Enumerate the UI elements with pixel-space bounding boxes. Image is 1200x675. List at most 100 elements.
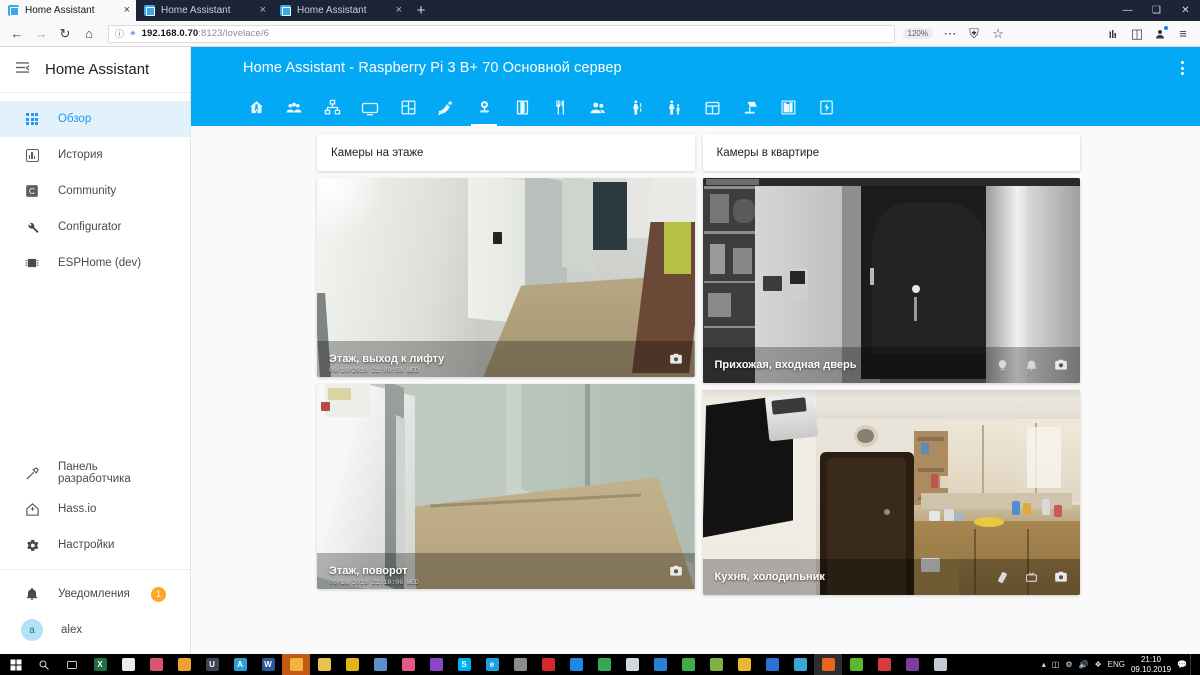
camera-feed-entrance-door[interactable]: Прихожая, входная дверь	[702, 178, 1080, 383]
taskbar-app-photos[interactable]	[646, 654, 674, 675]
taskbar-app-evernote[interactable]	[842, 654, 870, 675]
tray-language-indicator[interactable]: ENG	[1108, 660, 1125, 669]
sidebar-item-developer-tools[interactable]: Панель разработчика	[0, 455, 190, 491]
tab-television[interactable]	[351, 89, 389, 126]
tab-cctv-camera[interactable]	[465, 89, 503, 126]
camera-icon[interactable]	[669, 564, 683, 578]
taskbar-app-excel[interactable]: X	[86, 654, 114, 675]
taskbar-app-file-explorer[interactable]	[282, 654, 310, 675]
sidebar-item-overview[interactable]: Обзор	[0, 101, 190, 137]
tab-bookshelf[interactable]	[769, 89, 807, 126]
tab-human-male[interactable]	[617, 89, 655, 126]
window-maximize-button[interactable]: ❑	[1142, 0, 1171, 21]
taskbar-clock[interactable]: 21:10 09.10.2019	[1131, 655, 1171, 673]
taskbar-app-app-blue[interactable]	[366, 654, 394, 675]
action-center-icon[interactable]: 💬	[1177, 660, 1187, 669]
camera-feed-floor-elevator[interactable]: Этаж, выход к лифту 09/10/2019 21:09:58 …	[317, 178, 695, 377]
page-info-icon[interactable]: ⓘ	[115, 27, 124, 40]
address-bar[interactable]: ⓘ ⚭ 192.168.0.70:8123/lovelace/6	[108, 24, 895, 43]
sidebar-item-hassio[interactable]: Hass.io	[0, 491, 190, 527]
taskbar-app-internet-explorer[interactable]: e	[478, 654, 506, 675]
taskbar-app-app-water[interactable]	[618, 654, 646, 675]
show-desktop-button[interactable]	[1190, 654, 1198, 675]
taskbar-app-paint[interactable]	[142, 654, 170, 675]
tab-silverware-fork-knife[interactable]	[541, 89, 579, 126]
taskbar-app-blue-disc[interactable]	[562, 654, 590, 675]
camera-feed-floor-turn[interactable]: Этаж, поворот 09/10/2019 21:10:06 WED	[317, 384, 695, 589]
taskbar-app-firefox[interactable]	[814, 654, 842, 675]
search-icon[interactable]	[30, 654, 58, 675]
tracking-protection-icon[interactable]: ⚭	[129, 28, 137, 39]
taskbar-app-folder-gold[interactable]	[730, 654, 758, 675]
camera-icon[interactable]	[1054, 358, 1068, 372]
tab-flash[interactable]	[807, 89, 845, 126]
shield-icon[interactable]: ⛨	[963, 23, 985, 45]
taskbar-app-blue-doc[interactable]	[758, 654, 786, 675]
sidebar-item-settings[interactable]: Настройки	[0, 527, 190, 563]
page-actions-icon[interactable]: ⋯	[939, 23, 961, 45]
bell-icon[interactable]	[1025, 359, 1038, 372]
forward-button[interactable]: →	[30, 23, 52, 45]
browser-tab-1[interactable]: Home Assistant ×	[0, 0, 136, 21]
television-icon[interactable]	[1025, 571, 1038, 584]
dots-vertical-icon[interactable]	[1181, 61, 1184, 75]
sidebar-item-notifications[interactable]: Уведомления 1	[0, 576, 190, 612]
tray-security-icon[interactable]: ⚙	[1065, 660, 1072, 669]
tab-view-dashboard-variant[interactable]	[389, 89, 427, 126]
library-icon[interactable]	[1103, 23, 1125, 45]
home-button[interactable]: ⌂	[78, 23, 100, 45]
new-tab-button[interactable]: +	[408, 0, 434, 21]
menu-collapse-icon[interactable]	[14, 61, 31, 78]
hamburger-menu-icon[interactable]: ≡	[1172, 23, 1194, 45]
taskbar-app-word[interactable]: W	[254, 654, 282, 675]
tray-network-icon[interactable]: ◫	[1052, 660, 1060, 669]
tab-home-thermometer[interactable]	[237, 89, 275, 126]
browser-tab-3-close-icon[interactable]: ×	[396, 5, 402, 16]
window-close-button[interactable]: ✕	[1171, 0, 1200, 21]
bookmark-star-icon[interactable]: ☆	[987, 23, 1009, 45]
taskbar-app-media-player[interactable]	[422, 654, 450, 675]
taskbar-app-chrome[interactable]	[590, 654, 618, 675]
tab-sitemap[interactable]	[313, 89, 351, 126]
browser-tab-2[interactable]: Home Assistant ×	[136, 0, 272, 21]
tab-door-open[interactable]	[503, 89, 541, 126]
sidebar-item-history[interactable]: История	[0, 137, 190, 173]
taskbar-app-acrobat[interactable]: A	[226, 654, 254, 675]
taskbar-app-unity[interactable]: U	[198, 654, 226, 675]
taskbar-app-pdf-app[interactable]	[870, 654, 898, 675]
taskbar-app-map-app[interactable]	[786, 654, 814, 675]
browser-tab-3[interactable]: Home Assistant ×	[272, 0, 408, 21]
camera-card-floor-elevator[interactable]: Этаж, выход к лифту 09/10/2019 21:09:58 …	[317, 178, 695, 377]
back-button[interactable]: ←	[6, 23, 28, 45]
lamp-icon[interactable]	[996, 359, 1009, 372]
taskbar-app-save-app[interactable]	[394, 654, 422, 675]
sidebar-item-esphome[interactable]: ESPHome (dev)	[0, 245, 190, 281]
tray-dropbox-icon[interactable]: ❖	[1094, 660, 1101, 669]
taskbar-app-notepad[interactable]	[114, 654, 142, 675]
tab-human-male-child[interactable]	[655, 89, 693, 126]
camera-card-entrance-door[interactable]: Прихожая, входная дверь	[702, 178, 1080, 383]
account-icon[interactable]	[1149, 23, 1171, 45]
tab-desk-lamp[interactable]	[731, 89, 769, 126]
taskbar-app-green-circle[interactable]	[674, 654, 702, 675]
sidebar-item-configurator[interactable]: Configurator	[0, 209, 190, 245]
tray-volume-icon[interactable]: 🔊	[1079, 660, 1089, 669]
tab-satellite-dish[interactable]	[427, 89, 465, 126]
sidebar-toggle-icon[interactable]: ◫	[1126, 23, 1148, 45]
task-view-icon[interactable]	[58, 654, 86, 675]
taskbar-app-skype[interactable]: S	[450, 654, 478, 675]
camera-icon[interactable]	[1054, 570, 1068, 584]
taskbar-app-app-gray[interactable]	[506, 654, 534, 675]
start-icon[interactable]	[2, 654, 30, 675]
taskbar-app-window-app[interactable]	[926, 654, 954, 675]
reload-button[interactable]: ↻	[54, 23, 76, 45]
camera-card-kitchen-fridge[interactable]: Кухня, холодильник	[702, 390, 1080, 595]
tab-account-group[interactable]	[275, 89, 313, 126]
taskbar-app-app-orange[interactable]	[170, 654, 198, 675]
zoom-level-badge[interactable]: 120%	[902, 28, 933, 39]
browser-tab-2-close-icon[interactable]: ×	[260, 5, 266, 16]
tab-account-multiple[interactable]	[579, 89, 617, 126]
taskbar-app-notes-green[interactable]	[702, 654, 730, 675]
browser-tab-1-close-icon[interactable]: ×	[124, 5, 130, 16]
taskbar-app-viber[interactable]	[898, 654, 926, 675]
